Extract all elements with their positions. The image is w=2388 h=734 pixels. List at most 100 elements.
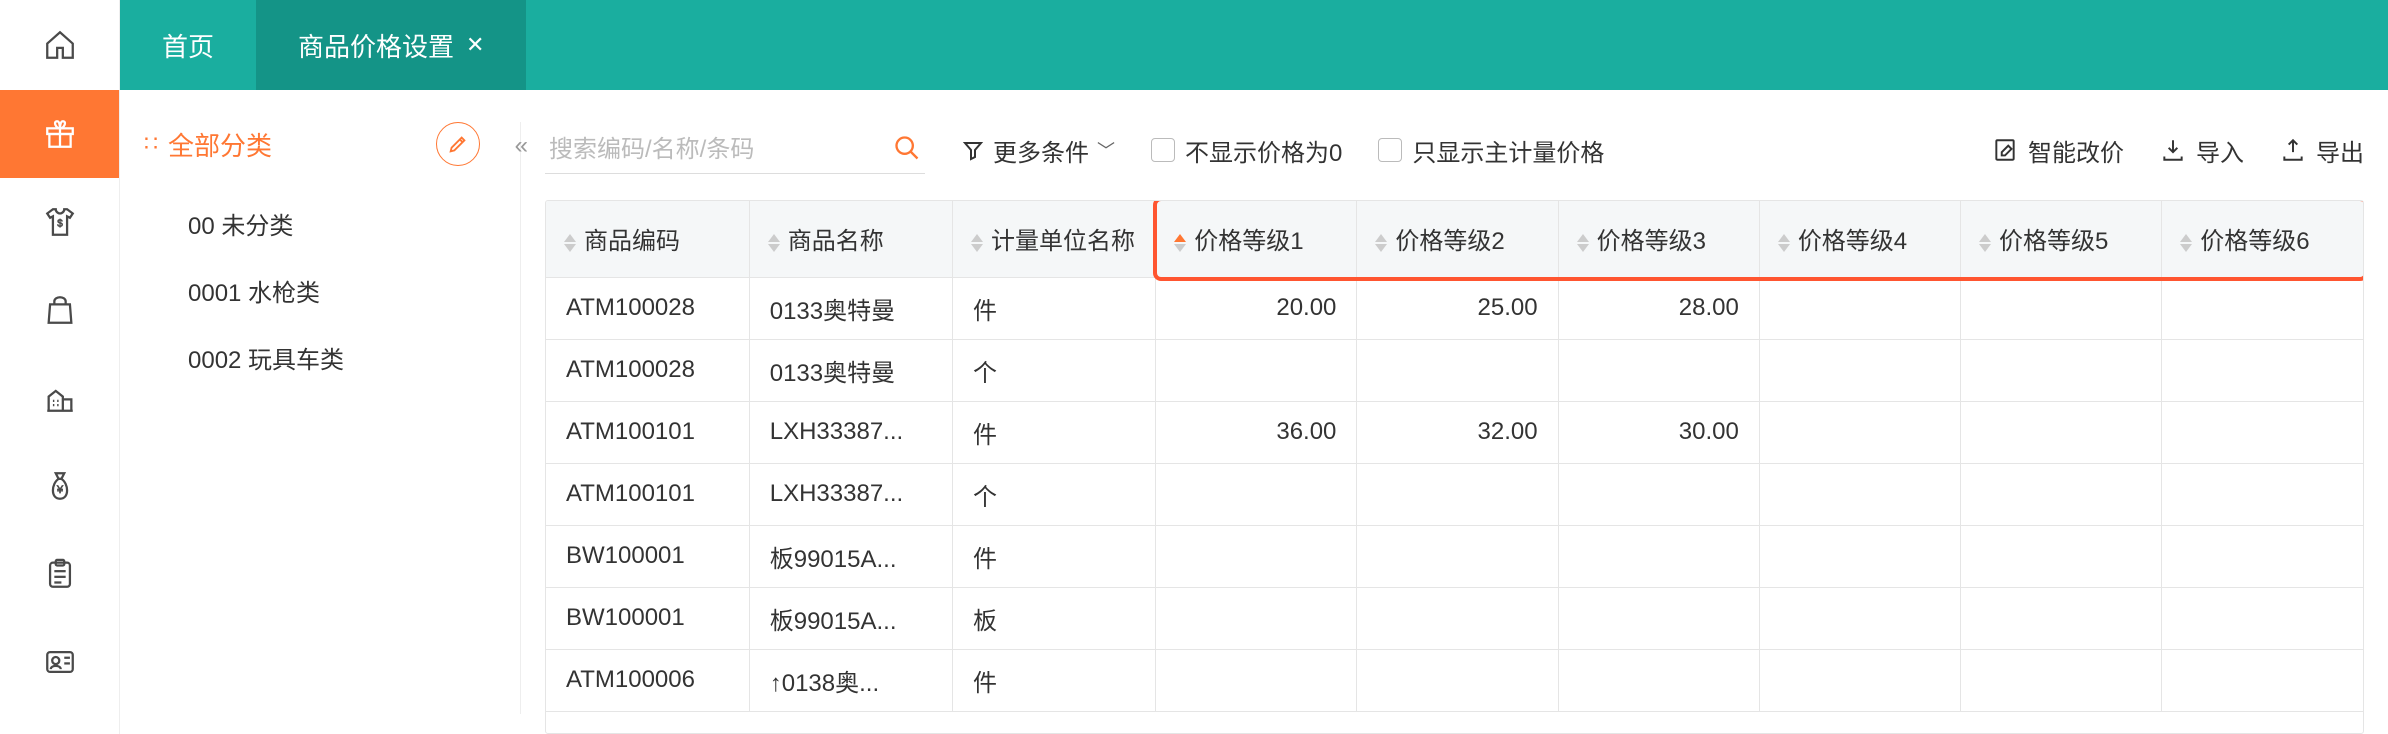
sidebar-clothing[interactable]: $ bbox=[0, 178, 119, 266]
search-button[interactable] bbox=[893, 134, 921, 167]
table-row[interactable]: BW100001板99015A...件 bbox=[546, 525, 2363, 587]
table-row[interactable]: BW100001板99015A...板 bbox=[546, 587, 2363, 649]
cell-p6[interactable] bbox=[2162, 649, 2363, 711]
table-row[interactable]: ATM1000280133奥特曼件20.0025.0028.00 bbox=[546, 277, 2363, 339]
cell-name: 0133奥特曼 bbox=[749, 339, 952, 401]
sidebar-products[interactable] bbox=[0, 90, 119, 178]
cell-p5[interactable] bbox=[1961, 463, 2162, 525]
cell-p5[interactable] bbox=[1961, 525, 2162, 587]
sort-icon bbox=[1577, 234, 1589, 252]
column-header-p4[interactable]: 价格等级4 bbox=[1759, 201, 1960, 277]
sort-icon bbox=[768, 234, 780, 252]
sort-icon bbox=[564, 234, 576, 252]
collapse-handle-icon[interactable]: « bbox=[515, 132, 528, 160]
column-header-unit[interactable]: 计量单位名称 bbox=[952, 201, 1155, 277]
cell-p1[interactable] bbox=[1156, 339, 1357, 401]
cell-p6[interactable] bbox=[2162, 463, 2363, 525]
sidebar-home[interactable] bbox=[0, 0, 119, 90]
cell-p2[interactable] bbox=[1357, 525, 1558, 587]
cell-p2[interactable]: 32.00 bbox=[1357, 401, 1558, 463]
tab-product-price-settings[interactable]: 商品价格设置 ✕ bbox=[256, 0, 526, 90]
cell-p6[interactable] bbox=[2162, 525, 2363, 587]
cell-p4[interactable] bbox=[1759, 277, 1960, 339]
column-header-p2[interactable]: 价格等级2 bbox=[1357, 201, 1558, 277]
cell-p5[interactable] bbox=[1961, 649, 2162, 711]
cell-name: 板99015A... bbox=[749, 525, 952, 587]
cell-p4[interactable] bbox=[1759, 525, 1960, 587]
cell-p4[interactable] bbox=[1759, 463, 1960, 525]
cell-p4[interactable] bbox=[1759, 649, 1960, 711]
tab-close-icon[interactable]: ✕ bbox=[466, 32, 484, 58]
checkbox-box bbox=[1378, 138, 1402, 162]
export-icon bbox=[2280, 137, 2306, 163]
column-header-label: 价格等级1 bbox=[1194, 228, 1303, 255]
table-row[interactable]: ATM100101LXH33387...件36.0032.0030.00 bbox=[546, 401, 2363, 463]
category-item[interactable]: 00 未分类 bbox=[144, 190, 520, 257]
cell-p2[interactable] bbox=[1357, 649, 1558, 711]
column-header-p3[interactable]: 价格等级3 bbox=[1558, 201, 1759, 277]
cell-p3[interactable]: 28.00 bbox=[1558, 277, 1759, 339]
cell-p1[interactable] bbox=[1156, 463, 1357, 525]
search-icon bbox=[893, 134, 921, 162]
cell-p3[interactable] bbox=[1558, 339, 1759, 401]
cell-p1[interactable] bbox=[1156, 525, 1357, 587]
column-header-code[interactable]: 商品编码 bbox=[546, 201, 749, 277]
search-input[interactable] bbox=[545, 126, 925, 174]
action-label: 导入 bbox=[2196, 133, 2244, 168]
export-button[interactable]: 导出 bbox=[2280, 133, 2364, 168]
idcard-icon bbox=[43, 645, 77, 679]
cell-p2[interactable] bbox=[1357, 587, 1558, 649]
cell-p3[interactable] bbox=[1558, 525, 1759, 587]
cell-p6[interactable] bbox=[2162, 401, 2363, 463]
cell-p1[interactable]: 20.00 bbox=[1156, 277, 1357, 339]
import-button[interactable]: 导入 bbox=[2160, 133, 2244, 168]
sidebar-money[interactable]: ¥ bbox=[0, 442, 119, 530]
cell-p5[interactable] bbox=[1961, 587, 2162, 649]
cell-p5[interactable] bbox=[1961, 401, 2162, 463]
cell-p6[interactable] bbox=[2162, 587, 2363, 649]
cell-p3[interactable] bbox=[1558, 649, 1759, 711]
cell-p1[interactable] bbox=[1156, 649, 1357, 711]
checkbox-only-main-unit[interactable]: 只显示主计量价格 bbox=[1378, 133, 1604, 168]
cell-p4[interactable] bbox=[1759, 339, 1960, 401]
table-row[interactable]: ATM100101LXH33387...个 bbox=[546, 463, 2363, 525]
sidebar-clipboard[interactable] bbox=[0, 530, 119, 618]
checkbox-hide-zero-price[interactable]: 不显示价格为0 bbox=[1151, 133, 1342, 168]
sidebar-shopping[interactable] bbox=[0, 266, 119, 354]
cell-p3[interactable] bbox=[1558, 463, 1759, 525]
tab-label: 首页 bbox=[162, 27, 214, 64]
cell-p5[interactable] bbox=[1961, 277, 2162, 339]
cell-p4[interactable] bbox=[1759, 401, 1960, 463]
table-row[interactable]: ATM100006↑0138奥...件 bbox=[546, 649, 2363, 711]
action-label: 导出 bbox=[2316, 133, 2364, 168]
cell-p1[interactable] bbox=[1156, 587, 1357, 649]
cell-p1[interactable]: 36.00 bbox=[1156, 401, 1357, 463]
sidebar-contacts[interactable] bbox=[0, 618, 119, 706]
cell-p6[interactable] bbox=[2162, 277, 2363, 339]
category-item[interactable]: 0002 玩具车类 bbox=[144, 324, 520, 391]
tab-home[interactable]: 首页 bbox=[120, 0, 256, 90]
column-header-p1[interactable]: 价格等级1 bbox=[1156, 201, 1357, 277]
cell-p3[interactable]: 30.00 bbox=[1558, 401, 1759, 463]
building-icon bbox=[43, 381, 77, 415]
category-item[interactable]: 0001 水枪类 bbox=[144, 257, 520, 324]
cell-p2[interactable] bbox=[1357, 339, 1558, 401]
more-conditions-button[interactable]: 更多条件 ﹀ bbox=[961, 133, 1115, 168]
column-header-name[interactable]: 商品名称 bbox=[749, 201, 952, 277]
table-row[interactable]: ATM1000280133奥特曼个 bbox=[546, 339, 2363, 401]
cell-p5[interactable] bbox=[1961, 339, 2162, 401]
category-edit-button[interactable] bbox=[436, 122, 480, 166]
cell-unit: 件 bbox=[952, 525, 1155, 587]
cell-p4[interactable] bbox=[1759, 587, 1960, 649]
column-header-p5[interactable]: 价格等级5 bbox=[1961, 201, 2162, 277]
smart-reprice-button[interactable]: 智能改价 bbox=[1992, 133, 2124, 168]
cell-p2[interactable]: 25.00 bbox=[1357, 277, 1558, 339]
cell-p3[interactable] bbox=[1558, 587, 1759, 649]
column-header-p6[interactable]: 价格等级6 bbox=[2162, 201, 2363, 277]
sidebar-building[interactable] bbox=[0, 354, 119, 442]
cell-p2[interactable] bbox=[1357, 463, 1558, 525]
cell-name: 板99015A... bbox=[749, 587, 952, 649]
cell-p6[interactable] bbox=[2162, 339, 2363, 401]
action-label: 智能改价 bbox=[2028, 133, 2124, 168]
category-all[interactable]: ∷ 全部分类 bbox=[144, 126, 272, 163]
